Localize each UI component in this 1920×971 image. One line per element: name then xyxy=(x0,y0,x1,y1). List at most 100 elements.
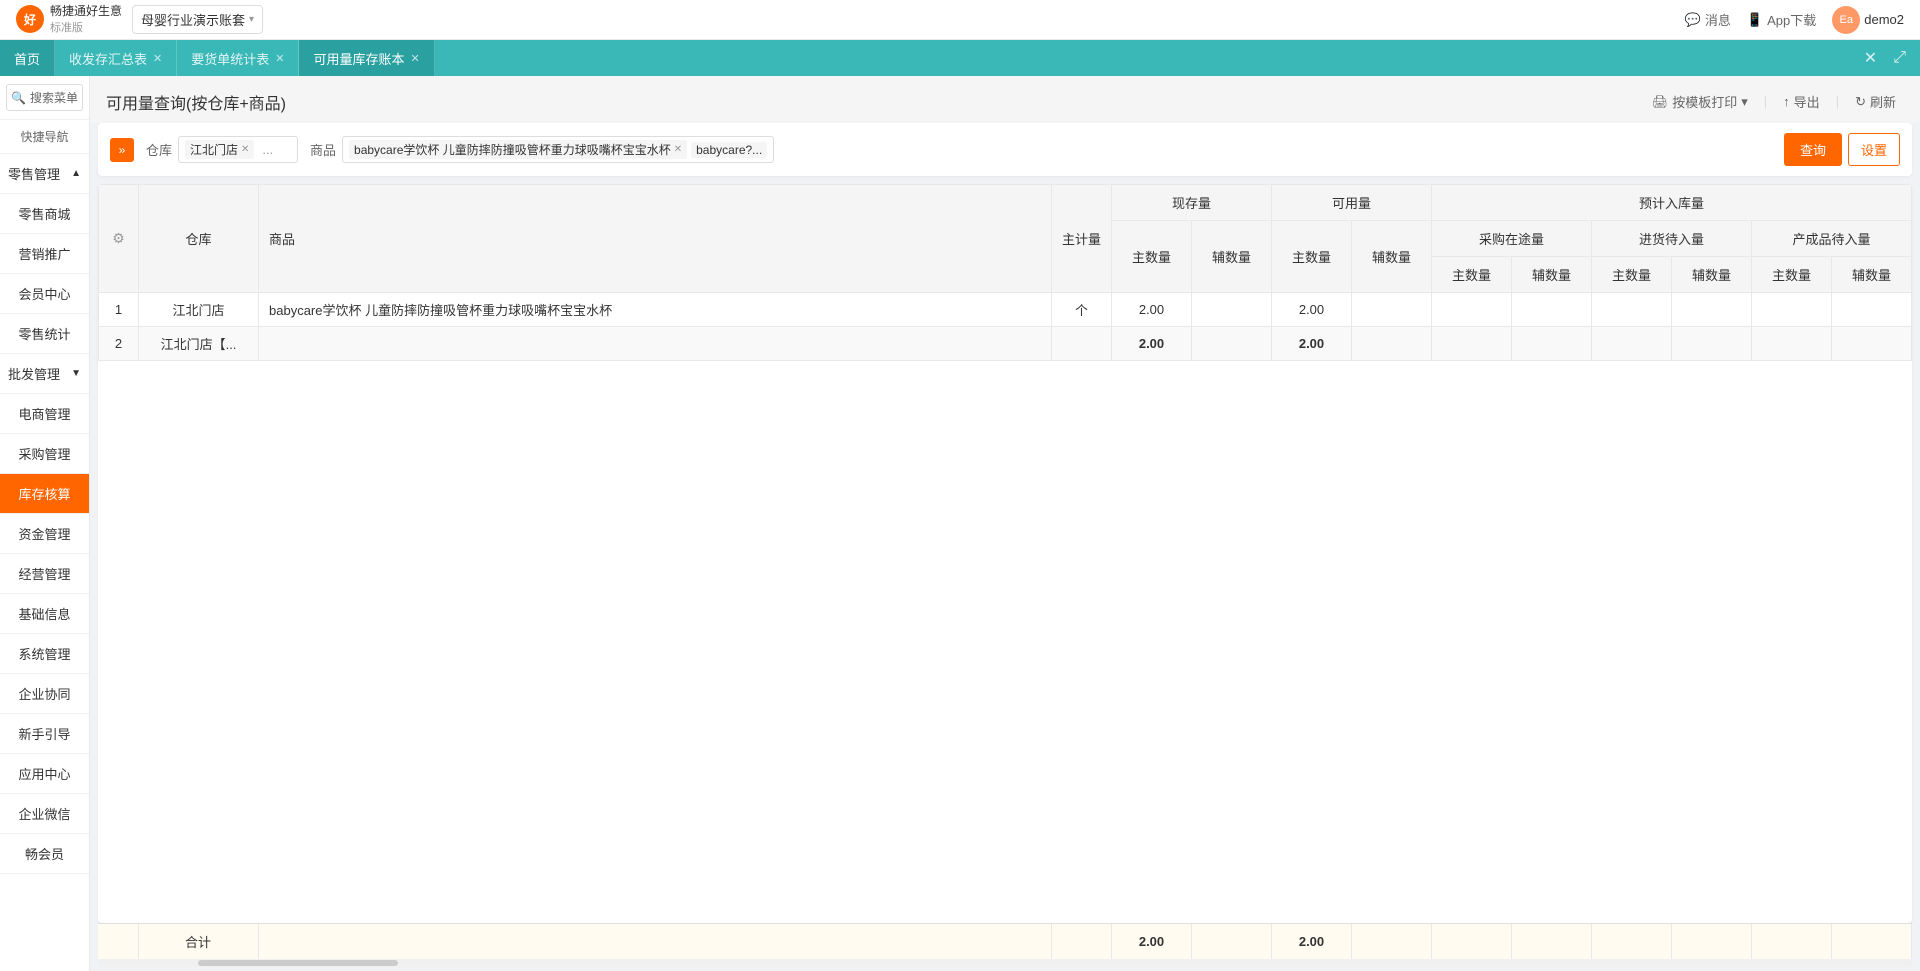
th-stock-aux: 辅数量 xyxy=(1192,221,1272,293)
divider-2: | xyxy=(1836,94,1839,109)
sidebar-item-app-center-label: 应用中心 xyxy=(18,767,70,782)
table-area: ⚙ 仓库 商品 主计量 现存量 可用量 预计入库量 主数量 辅数量 主数量 辅数… xyxy=(98,184,1912,923)
message-btn[interactable]: 💬 消息 xyxy=(1685,10,1731,29)
sidebar-item-purchase-mgmt[interactable]: 采购管理 xyxy=(0,434,89,474)
close-all-btn[interactable]: ✕ xyxy=(1858,46,1883,70)
th-product-wait: 产成品待入量 xyxy=(1752,221,1912,257)
th-avail-aux: 辅数量 xyxy=(1352,221,1432,293)
sidebar-item-new-guide[interactable]: 新手引导 xyxy=(0,714,89,754)
th-avail-main: 主数量 xyxy=(1272,221,1352,293)
data-table: ⚙ 仓库 商品 主计量 现存量 可用量 预计入库量 主数量 辅数量 主数量 辅数… xyxy=(98,184,1912,361)
setting-btn[interactable]: 设置 xyxy=(1848,133,1900,166)
row1-index: 1 xyxy=(99,293,139,327)
chevron-print-icon: ▾ xyxy=(1741,94,1748,110)
tab-available-stock-close[interactable]: ✕ xyxy=(411,52,420,65)
nav-tabs: 首页 收发存汇总表 ✕ 要货单统计表 ✕ 可用量库存账本 ✕ ✕ ⤢ xyxy=(0,40,1920,76)
tab-receive-send-close[interactable]: ✕ xyxy=(153,52,162,65)
tab-available-stock[interactable]: 可用量库存账本 ✕ xyxy=(299,40,434,76)
footer-product-aux xyxy=(1832,924,1912,959)
filter-actions: 查询 设置 xyxy=(1784,133,1900,166)
sidebar-item-retail-mgmt[interactable]: 零售管理 ▲ xyxy=(0,154,89,194)
sidebar-item-marketing[interactable]: 营销推广 xyxy=(0,234,89,274)
warehouse-label: 仓库 xyxy=(146,140,172,159)
tab-available-stock-label: 可用量库存账本 xyxy=(313,49,404,68)
row1-stock-main: 2.00 xyxy=(1112,293,1192,327)
th-purchase-on-way: 采购在途量 xyxy=(1432,221,1592,257)
query-btn[interactable]: 查询 xyxy=(1784,133,1842,166)
logo-text: 畅捷通好生意 xyxy=(50,4,122,18)
print-label: 按模板打印 xyxy=(1672,92,1737,111)
refresh-btn[interactable]: ↻ 刷新 xyxy=(1847,88,1904,115)
sidebar-item-retail-stats[interactable]: 零售统计 xyxy=(0,314,89,354)
main-layout: 🔍 搜索菜单 快捷导航 零售管理 ▲ 零售商城 营销推广 会员中心 零售统计 xyxy=(0,76,1920,971)
tab-order-stats-close[interactable]: ✕ xyxy=(275,52,284,65)
product-tags[interactable]: babycare学饮杯 儿童防摔防撞吸管杯重力球吸嘴杯宝宝水杯 ✕ babyca… xyxy=(342,136,774,163)
th-current-stock: 现存量 xyxy=(1112,185,1272,221)
quick-nav-btn[interactable]: 快捷导航 xyxy=(0,120,89,154)
footer-purchase-aux xyxy=(1512,924,1592,959)
table-footer: 合计 2.00 2.00 xyxy=(98,923,1912,959)
footer-stock-aux xyxy=(1192,924,1272,959)
sidebar-item-system-mgmt[interactable]: 系统管理 xyxy=(0,634,89,674)
sidebar-item-app-center[interactable]: 应用中心 xyxy=(0,754,89,794)
product-tag-1-text: babycare学饮杯 儿童防摔防撞吸管杯重力球吸嘴杯宝宝水杯 xyxy=(354,141,671,158)
tab-home[interactable]: 首页 xyxy=(0,40,55,76)
export-btn[interactable]: ↑ 导出 xyxy=(1775,88,1828,115)
footer-incoming-aux xyxy=(1672,924,1752,959)
sidebar-item-inventory-check-label: 库存核算 xyxy=(18,487,70,502)
footer-empty-1 xyxy=(98,924,138,959)
search-menu-btn[interactable]: 🔍 搜索菜单 xyxy=(6,84,83,111)
filter-expand-btn[interactable]: » xyxy=(110,138,134,162)
footer-avail-aux xyxy=(1352,924,1432,959)
user-area[interactable]: Ea demo2 xyxy=(1832,6,1904,34)
footer-avail-main: 2.00 xyxy=(1272,924,1352,959)
gear-icon[interactable]: ⚙ xyxy=(112,230,125,246)
footer-product-main xyxy=(1752,924,1832,959)
sidebar-item-enterprise-wechat[interactable]: 企业微信 xyxy=(0,794,89,834)
refresh-icon: ↻ xyxy=(1855,94,1866,110)
sidebar-item-wholesale-mgmt[interactable]: 批发管理 ▼ xyxy=(0,354,89,394)
tab-receive-send[interactable]: 收发存汇总表 ✕ xyxy=(55,40,177,76)
page-title: 可用量查询(按仓库+商品) xyxy=(106,90,286,114)
warehouse-dots[interactable]: ... xyxy=(258,142,277,157)
quick-nav-label: 快捷导航 xyxy=(20,130,68,144)
sidebar-item-finance-mgmt-label: 资金管理 xyxy=(18,527,70,542)
chevron-down-icon: ▾ xyxy=(249,14,254,25)
tab-order-stats[interactable]: 要货单统计表 ✕ xyxy=(177,40,299,76)
footer-purchase-main xyxy=(1432,924,1512,959)
sidebar-item-member-center[interactable]: 会员中心 xyxy=(0,274,89,314)
sidebar-item-basic-info[interactable]: 基础信息 xyxy=(0,594,89,634)
sidebar-item-system-mgmt-label: 系统管理 xyxy=(18,647,70,662)
print-btn[interactable]: 🖨 按模板打印 ▾ xyxy=(1644,88,1756,115)
maximize-btn[interactable]: ⤢ xyxy=(1887,47,1912,69)
logo-area: 好 畅捷通好生意 标准版 xyxy=(16,4,122,34)
warehouse-tag-1-close[interactable]: ✕ xyxy=(241,144,249,155)
row1-purchase-aux xyxy=(1512,293,1592,327)
sidebar-item-operation-mgmt[interactable]: 经营管理 xyxy=(0,554,89,594)
sidebar-item-enterprise-collab[interactable]: 企业协同 xyxy=(0,674,89,714)
footer-empty-2 xyxy=(258,924,1052,959)
row1-avail-aux xyxy=(1352,293,1432,327)
chevron-icon-2: ▼ xyxy=(71,368,81,379)
warehouse-tags[interactable]: 江北门店 ✕ ... xyxy=(178,136,298,163)
th-purchase-main: 主数量 xyxy=(1432,257,1512,293)
warehouse-tag-1: 江北门店 ✕ xyxy=(185,140,254,159)
sidebar-item-finance-mgmt[interactable]: 资金管理 xyxy=(0,514,89,554)
product-tag-1-close[interactable]: ✕ xyxy=(674,144,682,155)
scroll-thumb[interactable] xyxy=(198,960,398,966)
th-unit: 主计量 xyxy=(1051,185,1111,293)
sidebar-item-ecommerce-mgmt[interactable]: 电商管理 xyxy=(0,394,89,434)
row2-purchase-aux xyxy=(1512,327,1592,361)
sidebar-item-inventory-check[interactable]: 库存核算 xyxy=(0,474,89,514)
sidebar-item-member[interactable]: 畅会员 xyxy=(0,834,89,874)
company-name: 母婴行业演示账套 xyxy=(141,10,245,29)
app-download-btn[interactable]: 📱 App下载 xyxy=(1747,10,1816,29)
top-bar-left: 好 畅捷通好生意 标准版 母婴行业演示账套 ▾ xyxy=(16,4,263,34)
company-selector[interactable]: 母婴行业演示账套 ▾ xyxy=(132,5,263,34)
sidebar: 🔍 搜索菜单 快捷导航 零售管理 ▲ 零售商城 营销推广 会员中心 零售统计 xyxy=(0,76,90,971)
th-planned-in: 预计入库量 xyxy=(1432,185,1912,221)
row1-stock-aux xyxy=(1192,293,1272,327)
horizontal-scrollbar[interactable] xyxy=(98,959,1912,967)
logo-text-area: 畅捷通好生意 标准版 xyxy=(50,4,122,34)
sidebar-item-retail-mall[interactable]: 零售商城 xyxy=(0,194,89,234)
